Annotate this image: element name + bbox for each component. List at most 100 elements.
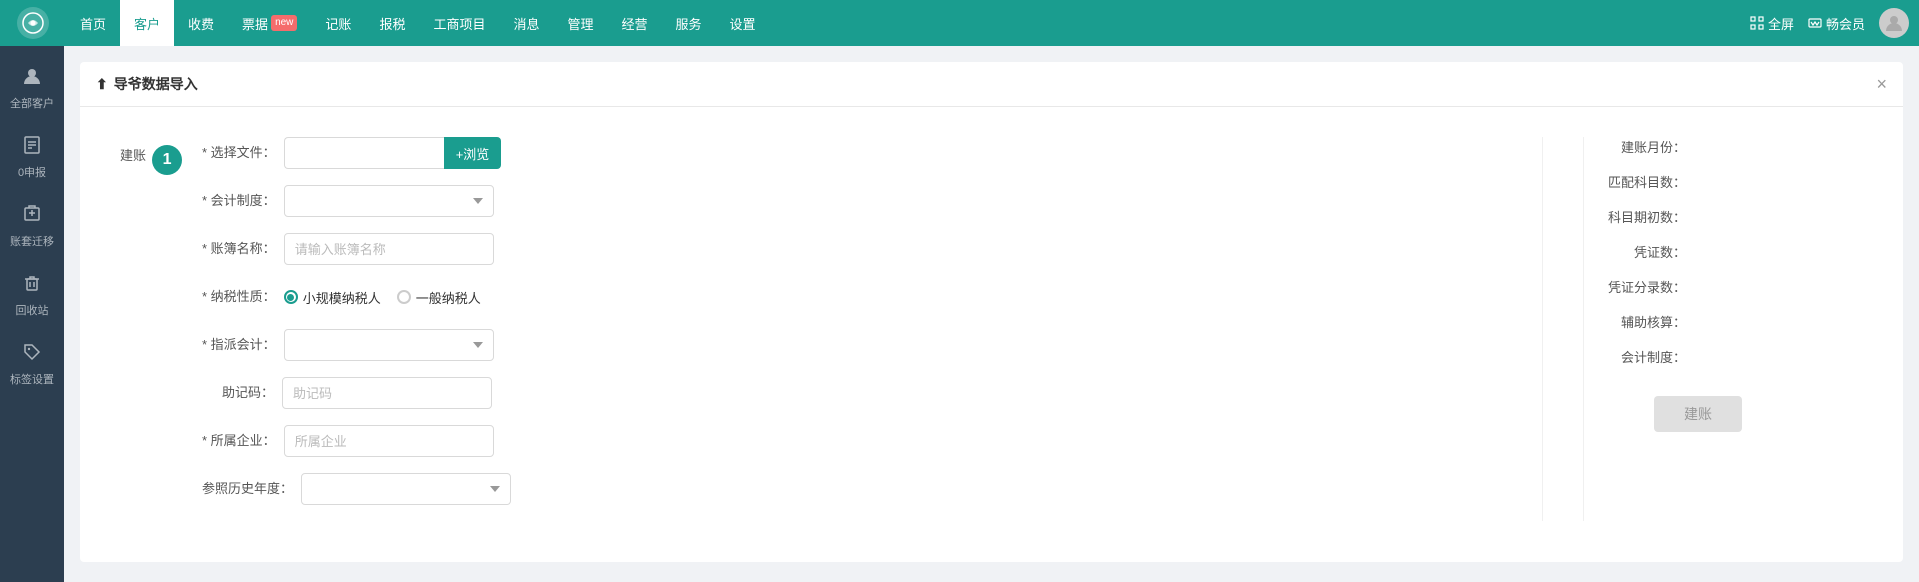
- sidebar-item-tag-settings[interactable]: 标签设置: [0, 332, 64, 397]
- sidebar-label-tag-settings: 标签设置: [10, 371, 54, 387]
- affiliated-company-label: * 所属企业：: [202, 425, 284, 457]
- tax-type-row: * 纳税性质： 小规模纳税人 一般纳税人: [202, 281, 1502, 313]
- ref-year-row: 参照历史年度：: [202, 473, 1502, 505]
- build-account-button[interactable]: 建账: [1654, 396, 1742, 432]
- vip-icon: [1808, 16, 1822, 30]
- accounting-system-label: * 会计制度：: [202, 185, 284, 217]
- nav-item-account[interactable]: 记账: [311, 0, 365, 46]
- subject-init-label: 科目期初数：: [1604, 207, 1694, 226]
- assigned-accountant-select[interactable]: [284, 329, 494, 361]
- memo-code-row: 助记码：: [202, 377, 1502, 409]
- dialog-header: ⬆ 导爷数据导入 ×: [80, 62, 1903, 107]
- radio-small-tax[interactable]: 小规模纳税人: [284, 288, 381, 307]
- sidebar-label-account-migrate: 账套迁移: [10, 233, 54, 249]
- ref-year-select[interactable]: [301, 473, 511, 505]
- app-logo[interactable]: [10, 0, 56, 46]
- step-prefix-label: 建账: [120, 141, 152, 171]
- nav-item-operation[interactable]: 经营: [608, 0, 662, 46]
- left-form-section: 建账 1 * 选择文件： +浏览: [120, 137, 1502, 521]
- radio-small-tax-label: 小规模纳税人: [303, 288, 381, 307]
- top-navigation: 首页 客户 收费 票据 new 记账 报税 工商项目 消息 管理 经营 服务 设…: [0, 0, 1919, 46]
- subject-init-row: 科目期初数：: [1604, 207, 1863, 226]
- nav-items: 首页 客户 收费 票据 new 记账 报税 工商项目 消息 管理 经营 服务 设…: [66, 0, 1750, 46]
- main-layout: 全部客户 0申报 账套迁移: [0, 46, 1919, 582]
- ledger-name-input[interactable]: [284, 233, 494, 265]
- upload-icon: ⬆: [96, 76, 108, 93]
- voucher-entries-row: 凭证分录数：: [1604, 277, 1863, 296]
- file-select-label: * 选择文件：: [202, 137, 284, 169]
- memo-code-label: 助记码：: [202, 377, 282, 409]
- nav-item-settings[interactable]: 设置: [716, 0, 770, 46]
- file-text-input[interactable]: [284, 137, 444, 169]
- declaration-icon: [22, 135, 42, 160]
- assigned-accountant-label: * 指派会计：: [202, 329, 284, 361]
- form-grid: * 选择文件： +浏览 * 会计制度：: [202, 137, 1502, 521]
- match-subject-label: 匹配科目数：: [1604, 172, 1694, 191]
- nav-item-customer[interactable]: 客户: [120, 0, 174, 46]
- build-month-label: 建账月份：: [1604, 137, 1694, 156]
- file-input-group: +浏览: [284, 137, 502, 169]
- nav-item-business[interactable]: 工商项目: [419, 0, 499, 46]
- nav-item-home[interactable]: 首页: [66, 0, 120, 46]
- affiliated-company-row: * 所属企业：: [202, 425, 1502, 457]
- tax-type-label: * 纳税性质：: [202, 281, 284, 313]
- fullscreen-icon: [1750, 16, 1764, 30]
- browse-button[interactable]: +浏览: [444, 137, 502, 169]
- ledger-name-label: * 账簿名称：: [202, 233, 284, 265]
- aux-accounting-row: 辅助核算：: [1604, 312, 1863, 331]
- sidebar-item-declaration[interactable]: 0申报: [0, 125, 64, 190]
- info-panel: 建账月份： 匹配科目数： 科目期初数： 凭证数：: [1583, 137, 1863, 521]
- nav-item-manage[interactable]: 管理: [553, 0, 607, 46]
- affiliated-company-input[interactable]: [284, 425, 494, 457]
- dialog-title-text: 导爷数据导入: [114, 74, 198, 94]
- assigned-accountant-row: * 指派会计：: [202, 329, 1502, 361]
- fullscreen-label: 全屏: [1768, 14, 1794, 33]
- sidebar-item-account-migrate[interactable]: 账套迁移: [0, 194, 64, 259]
- ledger-name-row: * 账簿名称：: [202, 233, 1502, 265]
- close-button[interactable]: ×: [1876, 75, 1887, 93]
- accounting-system-row: * 会计制度：: [202, 185, 1502, 217]
- aux-accounting-label: 辅助核算：: [1604, 312, 1694, 331]
- all-customers-icon: [22, 66, 42, 91]
- user-avatar[interactable]: [1879, 8, 1909, 38]
- logo-icon: [17, 7, 49, 39]
- accounting-system-select[interactable]: [284, 185, 494, 217]
- sidebar: 全部客户 0申报 账套迁移: [0, 46, 64, 582]
- dialog-panel: ⬆ 导爷数据导入 × 建账 1 * 选择文件：: [80, 62, 1903, 562]
- nav-item-invoice[interactable]: 票据 new: [228, 0, 311, 46]
- vip-label: 畅会员: [1826, 14, 1865, 33]
- sidebar-item-recycle[interactable]: 回收站: [0, 263, 64, 328]
- fullscreen-button[interactable]: 全屏: [1750, 14, 1794, 33]
- account-migrate-icon: [22, 204, 42, 229]
- nav-right: 全屏 畅会员: [1750, 8, 1919, 38]
- dialog-title: ⬆ 导爷数据导入: [96, 74, 198, 94]
- recycle-icon: [22, 273, 42, 298]
- step-badge: 1: [152, 145, 182, 175]
- voucher-count-row: 凭证数：: [1604, 242, 1863, 261]
- nav-item-message[interactable]: 消息: [499, 0, 553, 46]
- sidebar-label-all-customers: 全部客户: [10, 95, 54, 111]
- radio-general-tax[interactable]: 一般纳税人: [397, 288, 481, 307]
- nav-item-fee[interactable]: 收费: [174, 0, 228, 46]
- info-accounting-system-label: 会计制度：: [1604, 347, 1694, 366]
- build-month-row: 建账月份：: [1604, 137, 1863, 156]
- voucher-entries-label: 凭证分录数：: [1604, 277, 1694, 296]
- tag-settings-icon: [22, 342, 42, 367]
- info-accounting-system-row: 会计制度：: [1604, 347, 1863, 366]
- sidebar-item-all-customers[interactable]: 全部客户: [0, 56, 64, 121]
- file-select-row: * 选择文件： +浏览: [202, 137, 1502, 169]
- build-btn-container: 建账: [1604, 386, 1863, 432]
- nav-item-service[interactable]: 服务: [662, 0, 716, 46]
- ref-year-label: 参照历史年度：: [202, 473, 301, 505]
- vip-button[interactable]: 畅会员: [1808, 14, 1865, 33]
- sidebar-label-recycle: 回收站: [16, 302, 49, 318]
- invoice-badge: new: [271, 15, 297, 31]
- content-area: ⬆ 导爷数据导入 × 建账 1 * 选择文件：: [64, 46, 1919, 582]
- sidebar-label-declaration: 0申报: [18, 164, 46, 180]
- match-subject-row: 匹配科目数：: [1604, 172, 1863, 191]
- memo-code-input[interactable]: [282, 377, 492, 409]
- voucher-count-label: 凭证数：: [1604, 242, 1694, 261]
- nav-item-tax[interactable]: 报税: [365, 0, 419, 46]
- vertical-divider: [1542, 137, 1543, 521]
- radio-general-tax-label: 一般纳税人: [416, 288, 481, 307]
